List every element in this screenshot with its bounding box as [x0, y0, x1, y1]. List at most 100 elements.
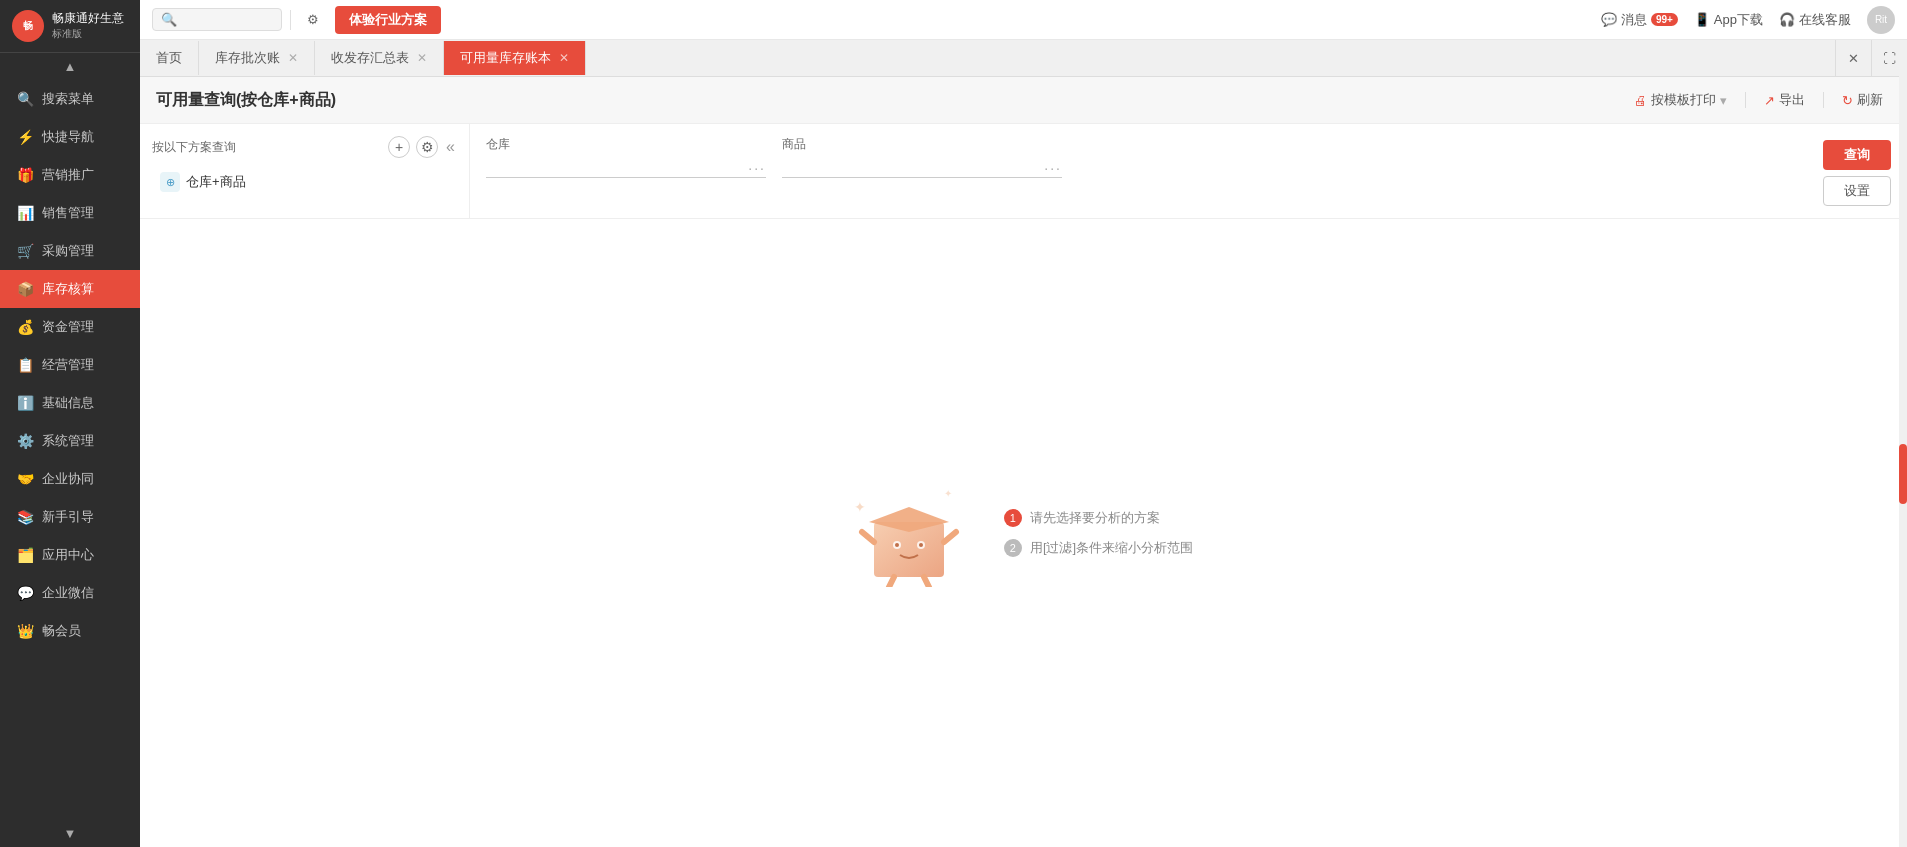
tab-label: 收发存汇总表: [331, 49, 409, 67]
app-download-label: App下载: [1714, 11, 1763, 29]
message-label: 消息: [1621, 11, 1647, 29]
message-icon: 💬: [1601, 12, 1617, 27]
topbar-search-box[interactable]: 🔍: [152, 8, 282, 31]
refresh-icon: ↻: [1842, 93, 1853, 108]
sidebar-item-wechat[interactable]: 💬 企业微信: [0, 574, 140, 612]
empty-tips: 1 请先选择要分析的方案 2 用[过滤]条件来缩小分析范围: [1004, 509, 1193, 557]
refresh-btn[interactable]: ↻ 刷新: [1834, 87, 1891, 113]
scheme-item-label: 仓库+商品: [186, 173, 246, 191]
message-btn[interactable]: 💬 消息 99+: [1601, 11, 1678, 29]
sidebar-item-search[interactable]: 🔍搜索菜单: [0, 80, 140, 118]
header-divider-1: [1745, 92, 1746, 108]
headset-icon: 🎧: [1779, 12, 1795, 27]
user-menu[interactable]: Rit: [1867, 6, 1895, 34]
sidebar-scroll-up[interactable]: ▲: [0, 53, 140, 80]
sidebar-item-label: 企业微信: [42, 584, 94, 602]
svg-point-4: [919, 543, 923, 547]
sidebar-item-sales[interactable]: 📊销售管理: [0, 194, 140, 232]
warehouse-label: 仓库: [486, 136, 766, 153]
empty-illustration: ✦ ✦: [854, 477, 964, 590]
sidebar-item-label: 采购管理: [42, 242, 94, 260]
sidebar-item-operation[interactable]: 📋经营管理: [0, 346, 140, 384]
header-divider-2: [1823, 92, 1824, 108]
purchase-icon: 🛒: [16, 242, 34, 260]
scheme-item-icon: ⊕: [160, 172, 180, 192]
query-settings-btn[interactable]: 设置: [1823, 176, 1891, 206]
wechat-icon: 💬: [16, 584, 34, 602]
app-download-btn[interactable]: 📱 App下载: [1694, 11, 1763, 29]
add-scheme-btn[interactable]: +: [388, 136, 410, 158]
sidebar-nav: 🔍搜索菜单 ⚡ 快捷导航 🎁营销推广📊销售管理 🛒 采购管理 📦库存核算💰资金管理📋经营管理…: [0, 80, 140, 820]
topbar-right: 💬 消息 99+ 📱 App下载 🎧 在线客服 Rit: [1601, 6, 1895, 34]
tab-home[interactable]: 首页: [140, 41, 199, 75]
tab-close-icon[interactable]: ✕: [417, 51, 427, 65]
gear-icon[interactable]: ⚙: [299, 6, 327, 34]
query-submit-btn[interactable]: 查询: [1823, 140, 1891, 170]
query-filter-panel: 仓库 ... 商品 ... 查询 设置: [470, 124, 1907, 218]
scheme-gear-icon: ⚙: [421, 139, 434, 155]
print-dropdown-icon[interactable]: ▾: [1720, 93, 1727, 108]
scheme-item-warehouse-product[interactable]: ⊕ 仓库+商品: [152, 166, 457, 198]
warehouse-more-btn[interactable]: ...: [748, 157, 766, 173]
tab-close-btn[interactable]: ✕: [1835, 40, 1871, 76]
sidebar-item-inventory[interactable]: 📦库存核算: [0, 270, 140, 308]
sidebar-item-enterprise[interactable]: 🤝企业协同: [0, 460, 140, 498]
query-section-title: 按以下方案查询: [152, 139, 236, 156]
empty-box-svg: ✦ ✦: [854, 477, 964, 587]
product-more-btn[interactable]: ...: [1044, 157, 1062, 173]
sidebar-item-appcenter[interactable]: 🗂️应用中心: [0, 536, 140, 574]
online-service-btn[interactable]: 🎧 在线客服: [1779, 11, 1851, 29]
enterprise-icon: 🤝: [16, 470, 34, 488]
sidebar-item-purchase[interactable]: 🛒 采购管理: [0, 232, 140, 270]
scheme-settings-btn[interactable]: ⚙: [416, 136, 438, 158]
printer-icon: 🖨: [1634, 93, 1647, 108]
print-btn[interactable]: 🖨 按模板打印 ▾: [1626, 87, 1735, 113]
sidebar-item-marketing[interactable]: 🎁营销推广: [0, 156, 140, 194]
sidebar-item-basic[interactable]: ℹ️基础信息: [0, 384, 140, 422]
sidebar-item-label: 搜索菜单: [42, 90, 94, 108]
basic-icon: ℹ️: [16, 394, 34, 412]
sidebar-item-system[interactable]: ⚙️系统管理: [0, 422, 140, 460]
product-input[interactable]: [782, 158, 1040, 173]
quick-nav-icon: ⚡: [16, 128, 34, 146]
warehouse-field: 仓库 ...: [486, 136, 766, 178]
tab-available-stock[interactable]: 可用量库存账本 ✕: [444, 41, 586, 75]
svg-point-3: [895, 543, 899, 547]
online-service-label: 在线客服: [1799, 11, 1851, 29]
export-btn[interactable]: ↗ 导出: [1756, 87, 1813, 113]
tab-label: 库存批次账: [215, 49, 280, 67]
collapse-panel-btn[interactable]: «: [444, 136, 457, 158]
sidebar-item-newbie[interactable]: 📚新手引导: [0, 498, 140, 536]
sidebar-item-label: 销售管理: [42, 204, 94, 222]
app-name: 畅康通好生意: [52, 11, 124, 27]
sidebar-item-label: 应用中心: [42, 546, 94, 564]
empty-state: ✦ ✦ 1 请先选择要分析的方案 2 用[过滤]条件来缩小分析范围: [140, 219, 1907, 847]
industry-btn[interactable]: 体验行业方案: [335, 6, 441, 34]
app-edition: 标准版: [52, 27, 124, 41]
sidebar-item-quick-nav[interactable]: ⚡ 快捷导航: [0, 118, 140, 156]
tab-close-icon[interactable]: ✕: [559, 51, 569, 65]
system-icon: ⚙️: [16, 432, 34, 450]
product-field: 商品 ...: [782, 136, 1062, 178]
tab-batch-account[interactable]: 库存批次账 ✕: [199, 41, 315, 75]
tab-label: 可用量库存账本: [460, 49, 551, 67]
topbar-divider: [290, 10, 291, 30]
sidebar-item-member[interactable]: 👑畅会员: [0, 612, 140, 650]
tip-text-1: 请先选择要分析的方案: [1030, 509, 1160, 527]
search-input[interactable]: [181, 13, 281, 27]
tab-close-icon[interactable]: ✕: [288, 51, 298, 65]
phone-icon: 📱: [1694, 12, 1710, 27]
right-scrollbar[interactable]: [1899, 40, 1907, 847]
page-area: 可用量查询(按仓库+商品) 🖨 按模板打印 ▾ ↗ 导出 ↻ 刷新: [140, 77, 1907, 847]
sidebar-header: 畅 畅康通好生意 标准版: [0, 0, 140, 53]
query-action-buttons: 查询 设置: [1823, 136, 1891, 206]
app-title-block: 畅康通好生意 标准版: [52, 11, 124, 41]
sidebar-scroll-down[interactable]: ▼: [0, 820, 140, 847]
tab-stock-summary[interactable]: 收发存汇总表 ✕: [315, 41, 444, 75]
sidebar-item-finance[interactable]: 💰资金管理: [0, 308, 140, 346]
tabbar: 首页库存批次账✕收发存汇总表✕可用量库存账本✕ ✕ ⛶: [140, 40, 1907, 77]
main-area: 🔍 ⚙ 体验行业方案 💬 消息 99+ 📱 App下载 🎧 在线客服 Rit: [140, 0, 1907, 847]
tab-label: 首页: [156, 49, 182, 67]
sidebar-item-label: 快捷导航: [42, 128, 94, 146]
warehouse-input[interactable]: [486, 158, 744, 173]
